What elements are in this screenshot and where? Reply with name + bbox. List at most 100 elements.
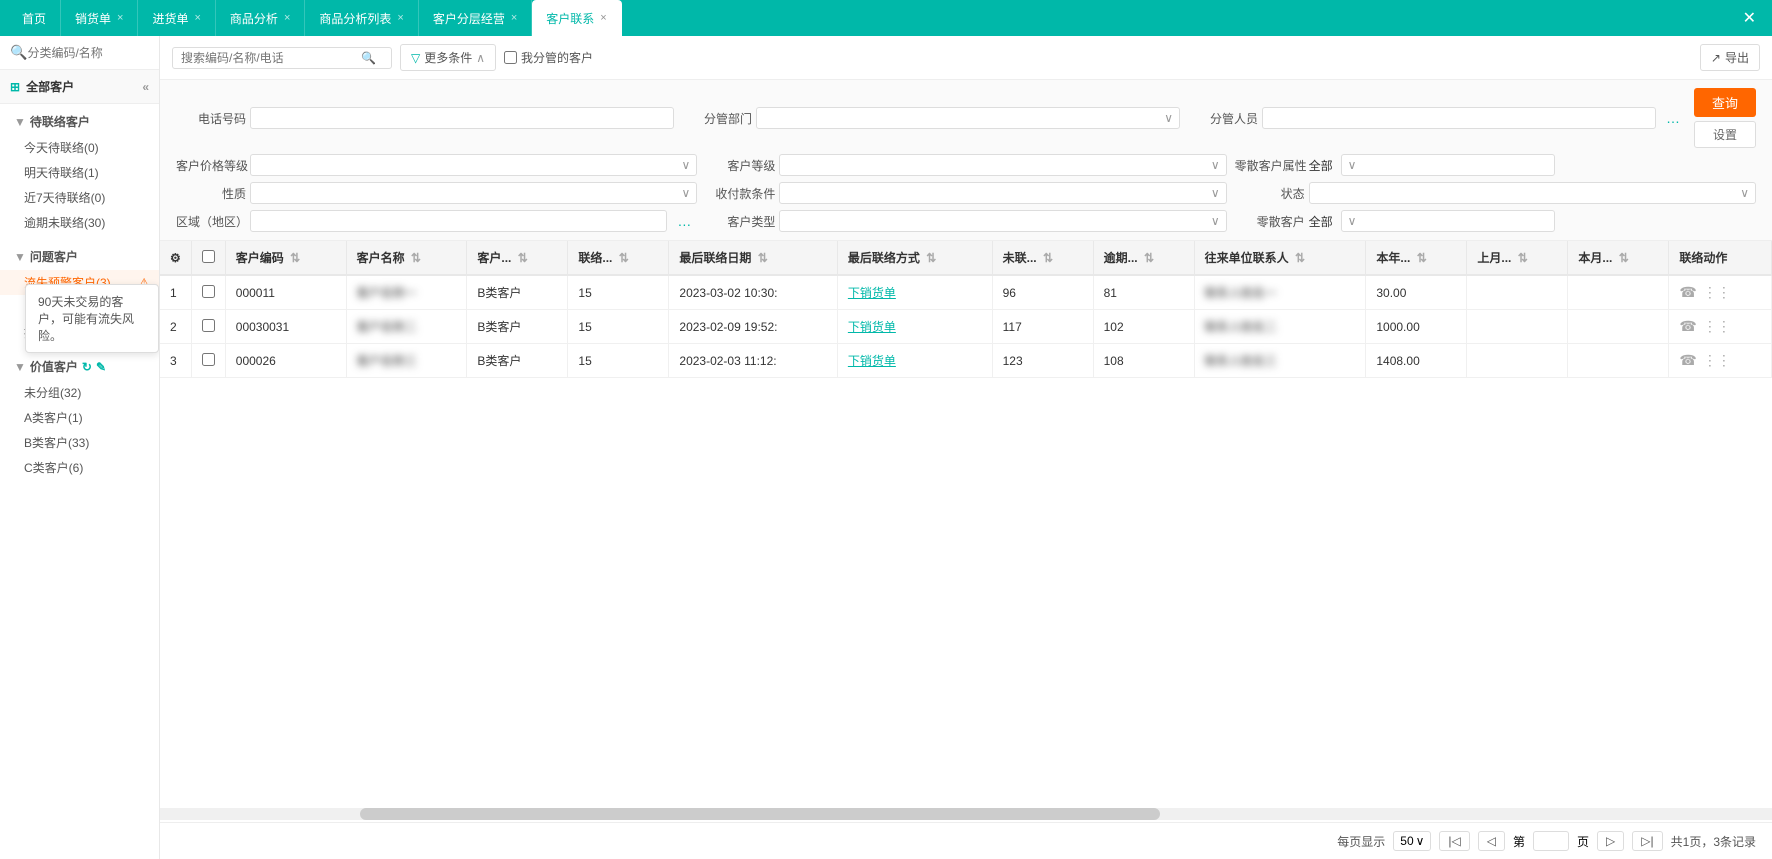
tab-purchase[interactable]: 进货单 × xyxy=(138,0,215,36)
query-button[interactable]: 查询 xyxy=(1694,88,1756,117)
tab-customer-contact[interactable]: 客户联系 × xyxy=(532,0,621,36)
tab-sales-close[interactable]: × xyxy=(117,12,123,24)
filter-division-dept-select[interactable]: ∨ xyxy=(756,107,1180,129)
sidebar-search-input[interactable] xyxy=(27,46,160,60)
row2-checkbox[interactable] xyxy=(191,310,225,344)
row1-contact-icon[interactable]: ☎ xyxy=(1679,284,1696,301)
row2-method[interactable]: 下销货单 xyxy=(837,310,992,344)
filter-division-person-input[interactable] xyxy=(1262,107,1656,129)
row2-contact-icon[interactable]: ☎ xyxy=(1679,318,1696,335)
col-contact-person[interactable]: 往来单位联系人 ⇅ xyxy=(1194,241,1366,275)
sidebar-item-class-a[interactable]: A类客户(1) xyxy=(0,405,159,430)
filter-region-input[interactable] xyxy=(250,210,667,232)
select-all-checkbox[interactable] xyxy=(202,250,215,263)
row3-method[interactable]: 下销货单 xyxy=(837,344,992,378)
my-customers-checkbox[interactable] xyxy=(504,51,517,64)
row1-method-link[interactable]: 下销货单 xyxy=(848,286,896,300)
filter-nature-select[interactable]: ∨ xyxy=(250,182,697,204)
sidebar-item-tomorrow[interactable]: 明天待联络(1) xyxy=(0,160,159,185)
row1-more-icon[interactable]: ⋮⋮ xyxy=(1703,284,1731,301)
filter-phone-input[interactable] xyxy=(250,107,674,129)
sidebar-item-class-b[interactable]: B类客户(33) xyxy=(0,430,159,455)
row1-method[interactable]: 下销货单 xyxy=(837,275,992,310)
tab-customer-layer[interactable]: 客户分层经营 × xyxy=(419,0,532,36)
col-last-month[interactable]: 上月... ⇅ xyxy=(1467,241,1568,275)
col-settings[interactable]: ⚙ xyxy=(160,241,191,275)
col-checkbox[interactable] xyxy=(191,241,225,275)
sidebar-group-pending-header[interactable]: ▼ 待联络客户 xyxy=(0,108,159,135)
tab-purchase-close[interactable]: × xyxy=(194,12,200,24)
sidebar-item-7days[interactable]: 近7天待联络(0) xyxy=(0,185,159,210)
col-name[interactable]: 客户名称 ⇅ xyxy=(346,241,467,275)
tooltip-text: 90天未交易的客户，可能有流失风险。 xyxy=(38,295,134,343)
tab-home[interactable]: 首页 xyxy=(8,0,61,36)
filter-customer-level-select[interactable]: ∨ xyxy=(779,154,1226,176)
row2-more-icon[interactable]: ⋮⋮ xyxy=(1703,318,1731,335)
sidebar-group-value-header[interactable]: ▼ 价值客户 ↻ ✎ xyxy=(0,353,159,380)
row1-type: B类客户 xyxy=(467,275,568,310)
sidebar-group-problem-header[interactable]: ▼ 问题客户 xyxy=(0,243,159,270)
tab-product-analysis-close[interactable]: × xyxy=(284,12,290,24)
prev-page-button[interactable]: ◁ xyxy=(1478,831,1505,851)
col-contact-count[interactable]: 联络... ⇅ xyxy=(568,241,669,275)
region-dots-btn[interactable]: … xyxy=(671,211,697,231)
sidebar-item-today-label: 今天待联络(0) xyxy=(24,139,99,156)
tab-product-list[interactable]: 商品分析列表 × xyxy=(305,0,418,36)
pagination-bar: 每页显示 50 ∨ |◁ ◁ 第 1 页 ▷ ▷| 共1页，3条记录 xyxy=(160,822,1772,859)
col-this-month[interactable]: 本月... ⇅ xyxy=(1568,241,1669,275)
last-page-button[interactable]: ▷| xyxy=(1632,831,1662,851)
sidebar-all-customers[interactable]: ⊞ 全部客户 « xyxy=(0,70,159,104)
refresh-icon-value[interactable]: ↻ xyxy=(82,360,92,374)
col-customer-type[interactable]: 客户... ⇅ xyxy=(467,241,568,275)
row2-method-link[interactable]: 下销货单 xyxy=(848,320,896,334)
row3-method-link[interactable]: 下销货单 xyxy=(848,354,896,368)
sidebar-item-today[interactable]: 今天待联络(0) xyxy=(0,135,159,160)
settings-button[interactable]: 设置 xyxy=(1694,121,1756,148)
col-overdue[interactable]: 逾期... ⇅ xyxy=(1093,241,1194,275)
horizontal-scrollbar[interactable] xyxy=(160,808,1772,820)
filter-row-2: 客户价格等级 ∨ 客户等级 ∨ 零散客户属性 全部 xyxy=(176,154,1756,176)
export-button[interactable]: ↗ 导出 xyxy=(1700,44,1760,71)
col-last-contact-date[interactable]: 最后联络日期 ⇅ xyxy=(669,241,837,275)
filter-search-input[interactable] xyxy=(181,51,361,65)
row3-type: B类客户 xyxy=(467,344,568,378)
tab-sales[interactable]: 销货单 × xyxy=(61,0,138,36)
row1-checkbox[interactable] xyxy=(191,275,225,310)
division-person-dots-btn[interactable]: … xyxy=(1660,108,1686,128)
tab-product-list-close[interactable]: × xyxy=(397,12,403,24)
tab-customer-layer-close[interactable]: × xyxy=(511,12,517,24)
filter-status-select[interactable]: ∨ xyxy=(1309,182,1756,204)
sidebar-item-ungrouped[interactable]: 未分组(32) xyxy=(0,380,159,405)
filter-customer-type-select[interactable]: ∨ xyxy=(779,210,1226,232)
more-conditions-button[interactable]: ▽ 更多条件 ∧ xyxy=(400,44,496,71)
tab-product-analysis[interactable]: 商品分析 × xyxy=(216,0,305,36)
sidebar-item-overdue[interactable]: 逾期未联络(30) xyxy=(0,210,159,235)
row3-contact-icon[interactable]: ☎ xyxy=(1679,352,1696,369)
filter-payment-select[interactable]: ∨ xyxy=(779,182,1226,204)
row3-more-icon[interactable]: ⋮⋮ xyxy=(1703,352,1731,369)
scrollbar-thumb[interactable] xyxy=(360,808,1160,820)
collapse-icon[interactable]: « xyxy=(142,80,149,94)
page-size-select[interactable]: 50 ∨ xyxy=(1393,831,1431,851)
col-code[interactable]: 客户编码 ⇅ xyxy=(225,241,346,275)
filter-price-level-select[interactable]: ∨ xyxy=(250,154,697,176)
chevron-down-icon: ∧ xyxy=(476,51,485,65)
next-page-button[interactable]: ▷ xyxy=(1597,831,1624,851)
col-last-contact-method[interactable]: 最后联络方式 ⇅ xyxy=(837,241,992,275)
filter-zero-customer-attr-select[interactable]: ∨ xyxy=(1341,154,1556,176)
my-customers-checkbox-label[interactable]: 我分管的客户 xyxy=(504,49,593,66)
row3-actions: ☎ ⋮⋮ xyxy=(1669,344,1772,378)
tab-customer-contact-close[interactable]: × xyxy=(600,12,606,24)
page-size-label: 每页显示 xyxy=(1337,833,1385,850)
col-uncontacted[interactable]: 未联... ⇅ xyxy=(992,241,1093,275)
window-close-button[interactable]: ✕ xyxy=(1735,8,1764,28)
page-number-input[interactable]: 1 xyxy=(1533,831,1569,851)
first-page-button[interactable]: |◁ xyxy=(1439,831,1469,851)
sidebar-item-class-c[interactable]: C类客户(6) xyxy=(0,455,159,480)
filter-search-icon[interactable]: 🔍 xyxy=(361,51,376,65)
edit-icon-value[interactable]: ✎ xyxy=(96,360,106,374)
col-this-year[interactable]: 本年... ⇅ xyxy=(1366,241,1467,275)
filter-zero-customer-select[interactable]: ∨ xyxy=(1341,210,1556,232)
row2-contact-count: 15 xyxy=(568,310,669,344)
row3-checkbox[interactable] xyxy=(191,344,225,378)
